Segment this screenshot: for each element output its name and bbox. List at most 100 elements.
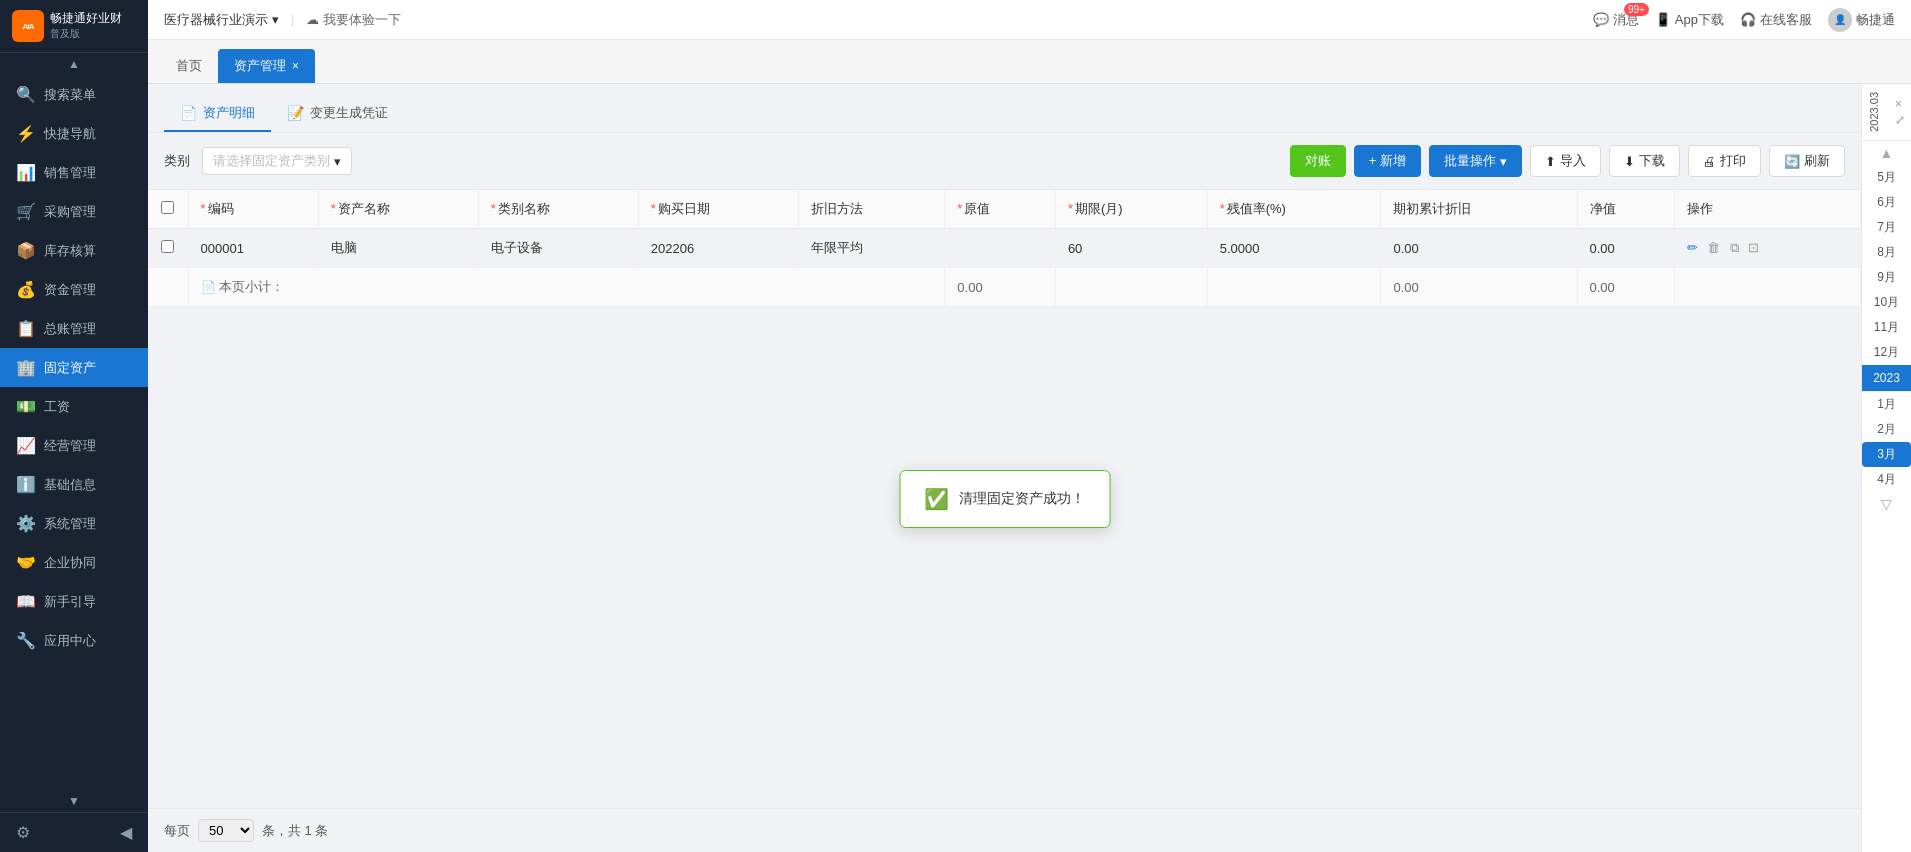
panel-month-7[interactable]: 7月 — [1862, 215, 1911, 240]
table-container: *编码 *资产名称 *类别名称 *购买日期 折旧方法 *原值 *期限(月) *残… — [148, 190, 1861, 808]
new-button[interactable]: + 新增 — [1354, 145, 1421, 177]
right-panel-close-icon[interactable]: × — [1895, 97, 1905, 111]
tabbar: 首页 资产管理 × — [148, 40, 1911, 84]
batch-ops-chevron: ▾ — [1500, 154, 1507, 169]
subtotal-empty2 — [1055, 268, 1207, 307]
main-content: 医疗器械行业演示 ▾ | ☁ 我要体验一下 💬 消息 99+ 📱 App下载 🎧… — [148, 0, 1911, 852]
online-service-btn[interactable]: 🎧 在线客服 — [1740, 11, 1812, 29]
edit-icon[interactable]: ✏ — [1687, 240, 1698, 255]
table-header-row: *编码 *资产名称 *类别名称 *购买日期 折旧方法 *原值 *期限(月) *残… — [148, 190, 1861, 229]
sidebar-item-payroll[interactable]: 💵 工资 — [0, 387, 148, 426]
general-ledger-icon: 📋 — [16, 319, 36, 338]
system-icon: ⚙️ — [16, 514, 36, 533]
user-btn[interactable]: 👤 畅捷通 — [1828, 8, 1895, 32]
sidebar-scroll-down[interactable]: ▼ — [0, 790, 148, 812]
subtotal-label: 📄 本页小计： — [188, 268, 945, 307]
delete-icon[interactable]: 🗑 — [1707, 240, 1720, 255]
panel-month-6[interactable]: 6月 — [1862, 190, 1911, 215]
sidebar-item-basic-info[interactable]: ℹ️ 基础信息 — [0, 465, 148, 504]
sub-tab-change-voucher[interactable]: 📝 变更生成凭证 — [271, 96, 404, 132]
pagination: 每页 50 100 条，共 1 条 — [148, 808, 1861, 852]
panel-month-3[interactable]: 3月 — [1862, 442, 1911, 467]
sidebar-item-general-ledger[interactable]: 📋 总账管理 — [0, 309, 148, 348]
th-period: *期限(月) — [1055, 190, 1207, 229]
batch-ops-button[interactable]: 批量操作 ▾ — [1429, 145, 1522, 177]
tab-asset-management-label: 资产管理 — [234, 57, 286, 75]
select-all-checkbox[interactable] — [161, 201, 174, 214]
purchase-icon: 🛒 — [16, 202, 36, 221]
th-code: *编码 — [188, 190, 318, 229]
toast-message: 清理固定资产成功！ — [959, 490, 1085, 508]
sidebar-label-payroll: 工资 — [44, 398, 70, 416]
panel-month-11[interactable]: 11月 — [1862, 315, 1911, 340]
sidebar-item-funds[interactable]: 💰 资金管理 — [0, 270, 148, 309]
tab-asset-management[interactable]: 资产管理 × — [218, 49, 315, 83]
right-panel-year: 2023.03 — [1868, 92, 1880, 132]
panel-month-8[interactable]: 8月 — [1862, 240, 1911, 265]
sidebar-item-ops-mgmt[interactable]: 📈 经营管理 — [0, 426, 148, 465]
panel-month-10[interactable]: 10月 — [1862, 290, 1911, 315]
panel-month-4[interactable]: 4月 — [1862, 467, 1911, 492]
per-page-label: 每页 — [164, 822, 190, 840]
panel-month-9[interactable]: 9月 — [1862, 265, 1911, 290]
settings-icon[interactable]: ⚙ — [16, 823, 30, 842]
sidebar-item-fixed-assets[interactable]: 🏢 固定资产 — [0, 348, 148, 387]
sidebar-label-enterprise: 企业协同 — [44, 554, 96, 572]
sidebar-item-quick-nav[interactable]: ⚡ 快捷导航 — [0, 114, 148, 153]
sales-icon: 📊 — [16, 163, 36, 182]
sidebar-label-inventory: 库存核算 — [44, 242, 96, 260]
topbar-divider: | — [291, 12, 294, 27]
panel-up-arrow[interactable]: ▲ — [1862, 141, 1911, 165]
row-checkbox-cell — [148, 229, 188, 268]
sidebar-item-app-center[interactable]: 🔧 应用中心 — [0, 621, 148, 660]
sub-tab-asset-detail[interactable]: 📄 资产明细 — [164, 96, 271, 132]
right-panel-expand-icon[interactable]: ⤢ — [1895, 113, 1905, 127]
sub-tab-change-voucher-label: 变更生成凭证 — [310, 104, 388, 122]
success-toast: ✅ 清理固定资产成功！ — [899, 470, 1110, 528]
message-btn[interactable]: 💬 消息 99+ — [1593, 11, 1639, 29]
category-select[interactable]: 请选择固定资产类别 ▾ — [202, 147, 352, 175]
panel-down-arrow[interactable]: ▽ — [1862, 492, 1911, 516]
sidebar-label-guide: 新手引导 — [44, 593, 96, 611]
print-button[interactable]: 🖨 打印 — [1688, 145, 1761, 177]
sidebar-item-inventory[interactable]: 📦 库存核算 — [0, 231, 148, 270]
refresh-icon: 🔄 — [1784, 154, 1800, 169]
headset-icon: 🎧 — [1740, 12, 1756, 27]
reconcile-button[interactable]: 对账 — [1290, 145, 1346, 177]
right-panel: 2023.03 × ⤢ ▲ 5月 6月 7月 8月 9月 10月 11月 12月… — [1861, 84, 1911, 852]
experience-label: 我要体验一下 — [323, 11, 401, 29]
sidebar-item-enterprise[interactable]: 🤝 企业协同 — [0, 543, 148, 582]
sidebar-item-sales[interactable]: 📊 销售管理 — [0, 153, 148, 192]
sidebar-scroll-up[interactable]: ▲ — [0, 53, 148, 75]
panel-month-1[interactable]: 1月 — [1862, 392, 1911, 417]
row-checkbox[interactable] — [161, 240, 174, 253]
panel-year-2023[interactable]: 2023 — [1862, 365, 1911, 392]
subtotal-net-value: 0.00 — [1577, 268, 1674, 307]
page-size-select[interactable]: 50 100 — [198, 819, 254, 842]
tab-home[interactable]: 首页 — [164, 49, 214, 83]
guide-icon: 📖 — [16, 592, 36, 611]
panel-month-2[interactable]: 2月 — [1862, 417, 1911, 442]
row-depreciation-method: 年限平均 — [798, 229, 945, 268]
sidebar-item-guide[interactable]: 📖 新手引导 — [0, 582, 148, 621]
refresh-button[interactable]: 🔄 刷新 — [1769, 145, 1845, 177]
company-selector[interactable]: 医疗器械行业演示 ▾ — [164, 11, 279, 29]
collapse-icon[interactable]: ◀ — [120, 823, 132, 842]
app-download-btn[interactable]: 📱 App下载 — [1655, 11, 1724, 29]
th-net-value: 净值 — [1577, 190, 1674, 229]
download-button[interactable]: ⬇ 下载 — [1609, 145, 1680, 177]
sidebar-item-system[interactable]: ⚙️ 系统管理 — [0, 504, 148, 543]
experience-btn[interactable]: ☁ 我要体验一下 — [306, 11, 401, 29]
copy-icon[interactable]: ⧉ — [1730, 240, 1739, 255]
sidebar-item-search[interactable]: 🔍 搜索菜单 — [0, 75, 148, 114]
import-button[interactable]: ⬆ 导入 — [1530, 145, 1601, 177]
sidebar-label-funds: 资金管理 — [44, 281, 96, 299]
sidebar-item-purchase[interactable]: 🛒 采购管理 — [0, 192, 148, 231]
more-icon[interactable]: ⊡ — [1748, 240, 1759, 255]
sub-tab-asset-detail-label: 资产明细 — [203, 104, 255, 122]
toolbar-right: 对账 + 新增 批量操作 ▾ ⬆ 导入 ⬇ 下载 — [1290, 145, 1845, 177]
panel-month-12[interactable]: 12月 — [1862, 340, 1911, 365]
panel-month-5[interactable]: 5月 — [1862, 165, 1911, 190]
tab-close-icon[interactable]: × — [292, 59, 299, 73]
batch-ops-label: 批量操作 — [1444, 152, 1496, 170]
